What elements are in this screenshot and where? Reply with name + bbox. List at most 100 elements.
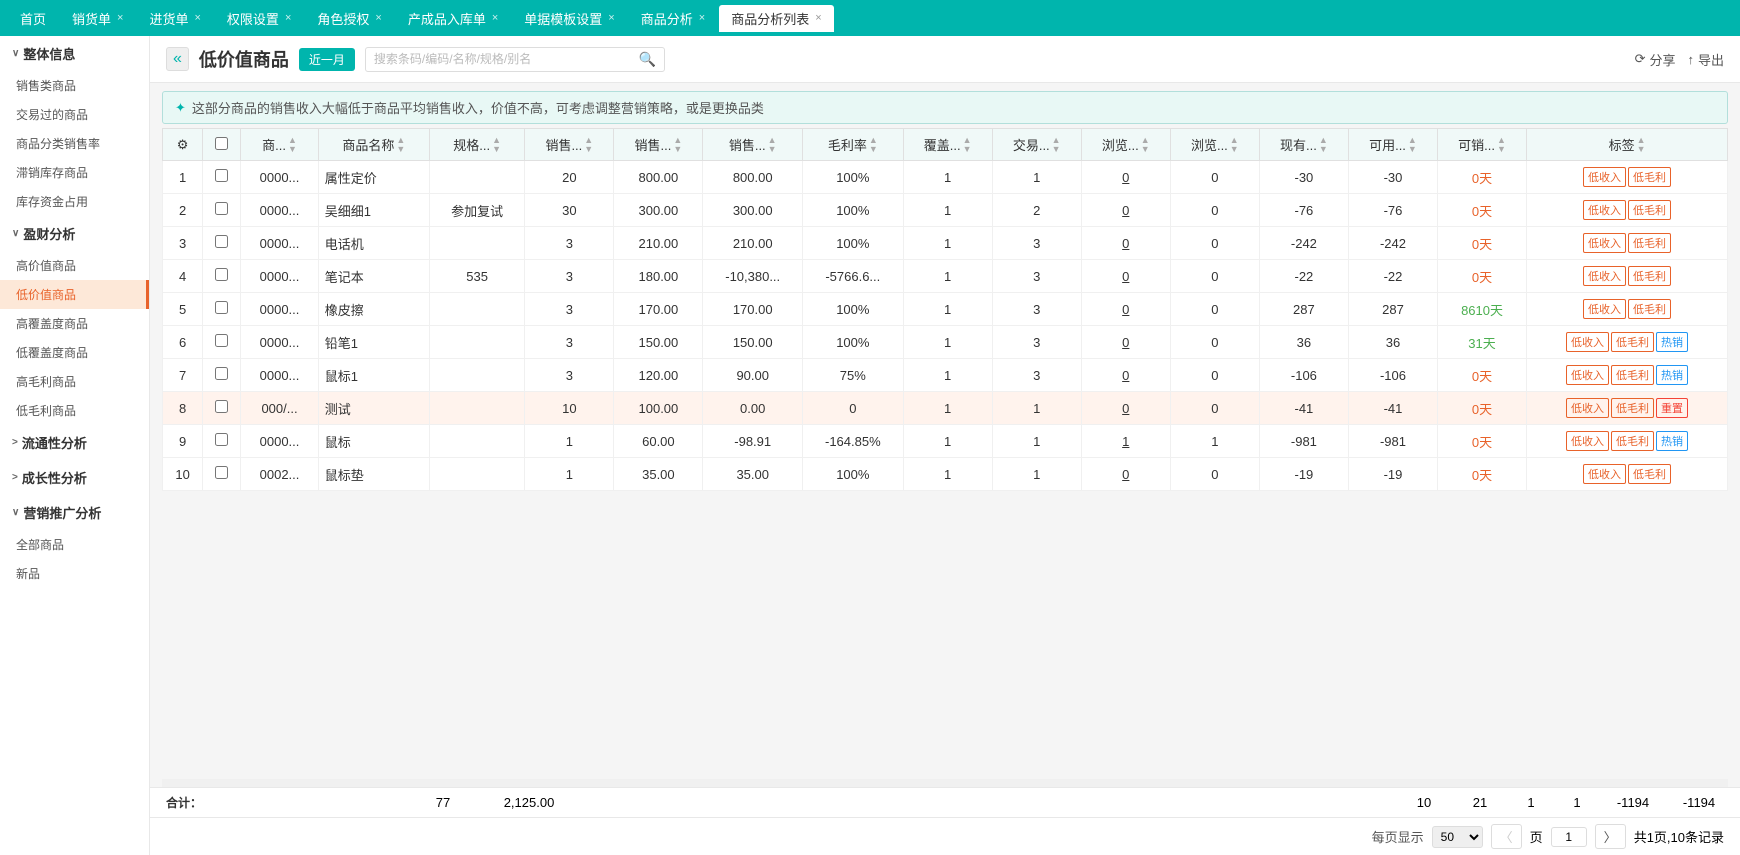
sort-icon[interactable]: ▲▼ [584, 136, 593, 154]
nav-close-icon[interactable]: × [375, 12, 381, 24]
row-checkbox[interactable] [215, 202, 228, 215]
cell-view1[interactable]: 0 [1081, 260, 1170, 293]
nav-close-icon[interactable]: × [699, 12, 705, 24]
view-link[interactable]: 0 [1122, 401, 1129, 416]
row-checkbox[interactable] [215, 235, 228, 248]
cell-view1[interactable]: 1 [1081, 425, 1170, 458]
nav-close-icon[interactable]: × [117, 12, 123, 24]
cell-checkbox[interactable] [203, 293, 241, 326]
sidebar-item-滞销库存商品[interactable]: 滞销库存商品 [0, 158, 149, 187]
nav-item-商品分析列表[interactable]: 商品分析列表 × [719, 5, 833, 32]
nav-item-权限设置[interactable]: 权限设置 × [215, 5, 303, 32]
page-number-input[interactable] [1551, 827, 1587, 847]
row-checkbox[interactable] [215, 367, 228, 380]
sidebar-item-交易过的商品[interactable]: 交易过的商品 [0, 100, 149, 129]
view-link[interactable]: 0 [1122, 269, 1129, 284]
row-checkbox[interactable] [215, 433, 228, 446]
sort-icon[interactable]: ▲▼ [1319, 136, 1328, 154]
cell-checkbox[interactable] [203, 194, 241, 227]
share-btn[interactable]: ⟳ 分享 [1635, 50, 1676, 69]
row-checkbox[interactable] [215, 400, 228, 413]
nav-close-icon[interactable]: × [285, 12, 291, 24]
nav-close-icon[interactable]: × [608, 12, 614, 24]
nav-item-角色授权[interactable]: 角色授权 × [305, 5, 393, 32]
nav-close-icon[interactable]: × [194, 12, 200, 24]
sidebar-group-成长性分析[interactable]: >成长性分析 [0, 460, 149, 495]
sidebar-item-高覆盖度商品[interactable]: 高覆盖度商品 [0, 309, 149, 338]
per-page-select[interactable]: 50 100 200 [1432, 826, 1483, 848]
sidebar-group-整体信息[interactable]: ∨整体信息 [0, 36, 149, 71]
row-checkbox[interactable] [215, 334, 228, 347]
cell-checkbox[interactable] [203, 326, 241, 359]
cell-view1[interactable]: 0 [1081, 227, 1170, 260]
nav-item-产成品入库单[interactable]: 产成品入库单 × [396, 5, 510, 32]
sidebar-item-销售类商品[interactable]: 销售类商品 [0, 71, 149, 100]
cell-view1[interactable]: 0 [1081, 458, 1170, 491]
sidebar-item-商品分类销售率[interactable]: 商品分类销售率 [0, 129, 149, 158]
view-link[interactable]: 0 [1122, 170, 1129, 185]
row-checkbox[interactable] [215, 268, 228, 281]
sidebar-item-高毛利商品[interactable]: 高毛利商品 [0, 367, 149, 396]
nav-close-icon[interactable]: × [492, 12, 498, 24]
sidebar-item-低毛利商品[interactable]: 低毛利商品 [0, 396, 149, 425]
row-checkbox[interactable] [215, 466, 228, 479]
search-icon[interactable]: 🔍 [638, 51, 655, 68]
sort-icon[interactable]: ▲▼ [1408, 136, 1417, 154]
cell-checkbox[interactable] [203, 260, 241, 293]
row-checkbox[interactable] [215, 301, 228, 314]
period-btn[interactable]: 近一月 [299, 48, 355, 71]
nav-close-icon[interactable]: × [815, 12, 821, 24]
cell-view1[interactable]: 0 [1081, 359, 1170, 392]
cell-checkbox[interactable] [203, 425, 241, 458]
sort-icon[interactable]: ▲▼ [492, 136, 501, 154]
nav-item-首页[interactable]: 首页 [8, 5, 58, 32]
select-all-checkbox[interactable] [215, 137, 228, 150]
view-link[interactable]: 1 [1122, 434, 1129, 449]
cell-view1[interactable]: 0 [1081, 161, 1170, 194]
view-link[interactable]: 0 [1122, 335, 1129, 350]
cell-checkbox[interactable] [203, 161, 241, 194]
gear-icon[interactable]: ⚙ [177, 137, 189, 152]
next-page-btn[interactable]: 〉 [1595, 824, 1626, 849]
view-link[interactable]: 0 [1122, 302, 1129, 317]
sidebar-item-高价值商品[interactable]: 高价值商品 [0, 251, 149, 280]
sidebar-group-盈财分析[interactable]: ∨盈财分析 [0, 216, 149, 251]
search-input[interactable] [374, 52, 639, 66]
view-link[interactable]: 0 [1122, 236, 1129, 251]
nav-item-商品分析[interactable]: 商品分析 × [629, 5, 717, 32]
nav-item-单据模板设置[interactable]: 单据模板设置 × [512, 5, 626, 32]
cell-checkbox[interactable] [203, 227, 241, 260]
sort-icon[interactable]: ▲▼ [1637, 136, 1646, 154]
sort-icon[interactable]: ▲▼ [288, 136, 297, 154]
sidebar-group-流通性分析[interactable]: >流通性分析 [0, 425, 149, 460]
sort-icon[interactable]: ▲▼ [1052, 136, 1061, 154]
view-link[interactable]: 0 [1122, 203, 1129, 218]
cell-view1[interactable]: 0 [1081, 392, 1170, 425]
cell-checkbox[interactable] [203, 359, 241, 392]
view-link[interactable]: 0 [1122, 467, 1129, 482]
export-btn[interactable]: ↑ 导出 [1687, 50, 1724, 69]
sidebar-item-低覆盖度商品[interactable]: 低覆盖度商品 [0, 338, 149, 367]
sort-icon[interactable]: ▲▼ [1497, 136, 1506, 154]
cell-view1[interactable]: 0 [1081, 293, 1170, 326]
nav-item-销货单[interactable]: 销货单 × [60, 5, 135, 32]
view-link[interactable]: 0 [1122, 368, 1129, 383]
sidebar-item-全部商品[interactable]: 全部商品 [0, 530, 149, 559]
sort-icon[interactable]: ▲▼ [673, 136, 682, 154]
nav-item-进货单[interactable]: 进货单 × [137, 5, 212, 32]
cell-view1[interactable]: 0 [1081, 326, 1170, 359]
sidebar-item-库存资金占用[interactable]: 库存资金占用 [0, 187, 149, 216]
sidebar-item-低价值商品[interactable]: 低价值商品 [0, 280, 149, 309]
sort-icon[interactable]: ▲▼ [963, 136, 972, 154]
sort-icon[interactable]: ▲▼ [768, 136, 777, 154]
scrollbar[interactable] [162, 779, 1728, 787]
sidebar-item-新品[interactable]: 新品 [0, 559, 149, 588]
cell-checkbox[interactable] [203, 458, 241, 491]
sort-icon[interactable]: ▲▼ [396, 136, 405, 154]
row-checkbox[interactable] [215, 169, 228, 182]
sidebar-group-营销推广分析[interactable]: ∨营销推广分析 [0, 495, 149, 530]
sort-icon[interactable]: ▲▼ [1230, 136, 1239, 154]
sort-icon[interactable]: ▲▼ [1141, 136, 1150, 154]
collapse-sidebar-btn[interactable]: « [166, 47, 189, 71]
first-page-btn[interactable]: 〈 [1491, 824, 1522, 849]
